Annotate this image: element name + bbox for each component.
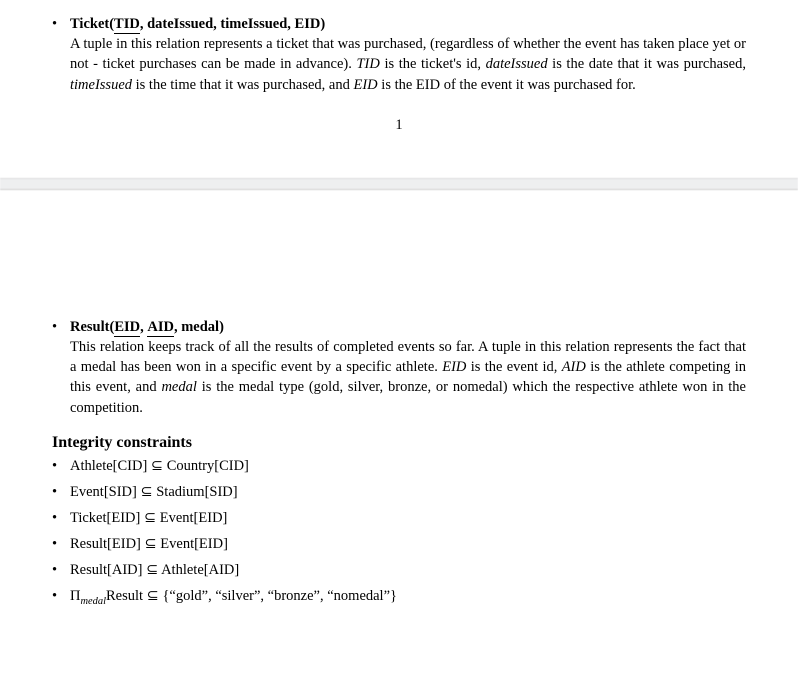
bullet-icon: • [52, 16, 70, 95]
constraint-6-text: ΠmedalResult ⊆ {“gold”, “silver”, “bronz… [70, 588, 397, 607]
page-2-top-margin [0, 190, 798, 303]
ticket-name: Ticket [70, 16, 109, 32]
eid-italic: EID [442, 359, 466, 375]
relation-result-item: • Result(EID, AID, medal) This relation … [52, 319, 746, 418]
page-break-gap [0, 178, 798, 190]
ticket-key-tid: TID [114, 16, 140, 34]
tid-italic: TID [356, 56, 379, 72]
constraint-6: • ΠmedalResult ⊆ {“gold”, “silver”, “bro… [52, 588, 746, 607]
constraint-3-text: Ticket[EID] ⊆ Event[EID] [70, 510, 227, 527]
aid-italic: AID [562, 359, 586, 375]
relation-ticket-item: • Ticket(TID, dateIssued, timeIssued, EI… [52, 16, 746, 95]
constraint-5-text: Result[AID] ⊆ Athlete[AID] [70, 562, 239, 579]
text: is the event id, [466, 359, 561, 375]
bullet-icon: • [52, 562, 70, 579]
bullet-icon: • [52, 588, 70, 605]
sep: , [140, 319, 147, 335]
bullet-icon: • [52, 484, 70, 501]
page-2-head: • Result(EID, AID, medal) This relation … [0, 303, 798, 632]
text: is the ticket's id, [380, 56, 486, 72]
bullet-icon: • [52, 536, 70, 553]
sep: , [140, 16, 147, 32]
constraint-5: • Result[AID] ⊆ Athlete[AID] [52, 562, 746, 579]
relation-ticket-body: Ticket(TID, dateIssued, timeIssued, EID)… [70, 16, 746, 95]
result-key-eid: EID [114, 319, 140, 337]
constraint-2-text: Event[SID] ⊆ Stadium[SID] [70, 484, 238, 501]
relation-ticket-header: Ticket(TID, dateIssued, timeIssued, EID) [70, 16, 746, 34]
pi-symbol: Π [70, 588, 80, 604]
dateissued-italic: dateIssued [486, 56, 548, 72]
constraint-6-rest: Result ⊆ {“gold”, “silver”, “bronze”, “n… [106, 588, 397, 604]
timeissued-italic: timeIssued [70, 77, 132, 93]
relation-ticket-desc: A tuple in this relation represents a ti… [70, 34, 746, 95]
constraint-1: • Athlete[CID] ⊆ Country[CID] [52, 458, 746, 475]
page-number-1: 1 [52, 117, 746, 134]
constraint-4-text: Result[EID] ⊆ Event[EID] [70, 536, 228, 553]
result-name: Result [70, 319, 109, 335]
bullet-icon: • [52, 458, 70, 475]
constraint-1-text: Athlete[CID] ⊆ Country[CID] [70, 458, 249, 475]
constraint-2: • Event[SID] ⊆ Stadium[SID] [52, 484, 746, 501]
result-attr-medal: medal [181, 319, 219, 335]
result-key-aid: AID [147, 319, 174, 337]
bullet-icon: • [52, 319, 70, 418]
relation-result-desc: This relation keeps track of all the res… [70, 337, 746, 418]
pi-subscript-medal: medal [80, 596, 106, 607]
ticket-attr-dateissued: dateIssued [147, 16, 213, 32]
bullet-icon: • [52, 510, 70, 527]
constraint-3: • Ticket[EID] ⊆ Event[EID] [52, 510, 746, 527]
medal-italic: medal [161, 379, 196, 395]
text: is the date that it was purchased, [548, 56, 746, 72]
relation-result-body: Result(EID, AID, medal) This relation ke… [70, 319, 746, 418]
paren-close: ) [219, 319, 224, 335]
relation-result-header: Result(EID, AID, medal) [70, 319, 746, 337]
text: is the time that it was purchased, and [132, 77, 353, 93]
integrity-constraints-heading: Integrity constraints [52, 434, 746, 452]
paren-close: ) [320, 16, 325, 32]
sep: , [287, 16, 294, 32]
constraint-4: • Result[EID] ⊆ Event[EID] [52, 536, 746, 553]
eid-italic: EID [354, 77, 378, 93]
text: is the EID of the event it was purchased… [378, 77, 636, 93]
ticket-attr-eid: EID [295, 16, 321, 32]
page-1-tail: • Ticket(TID, dateIssued, timeIssued, EI… [0, 0, 798, 178]
ticket-attr-timeissued: timeIssued [220, 16, 287, 32]
